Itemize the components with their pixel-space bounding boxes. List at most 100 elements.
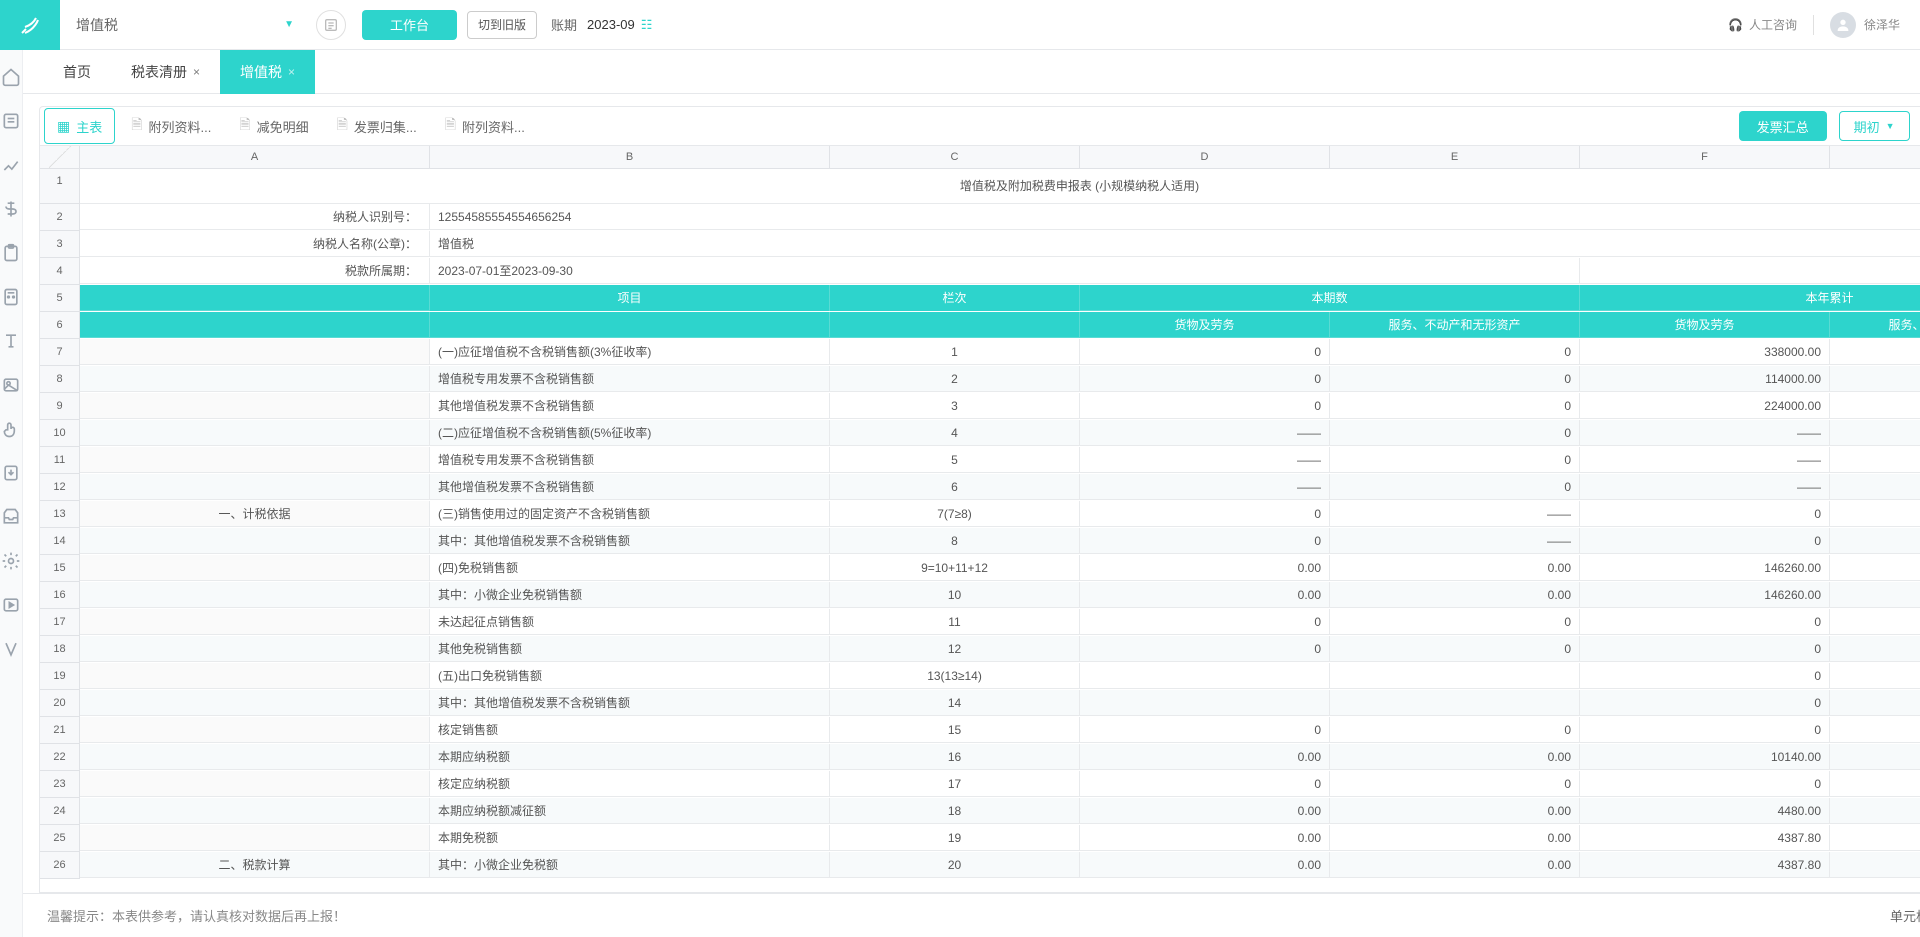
year-goods[interactable]: 4480.00 (1580, 798, 1830, 824)
col-index[interactable]: 10 (830, 582, 1080, 608)
year-goods[interactable]: 114000.00 (1580, 366, 1830, 392)
row-number[interactable]: 10 (40, 420, 80, 447)
current-service[interactable]: 0 (1330, 636, 1580, 662)
item-name[interactable]: 增值税专用发票不含税销售额 (430, 366, 830, 392)
item-name[interactable]: 本期应纳税额 (430, 744, 830, 770)
th-blank[interactable] (830, 312, 1080, 338)
corner-cell[interactable] (40, 146, 80, 169)
section-label[interactable] (80, 744, 430, 770)
workbench-button[interactable]: 工作台 (362, 10, 457, 40)
nav-voucher-icon[interactable] (0, 110, 22, 132)
user-menu[interactable]: 徐泽华 (1830, 12, 1900, 38)
current-service[interactable]: 0.00 (1330, 582, 1580, 608)
current-service[interactable]: 0.00 (1330, 744, 1580, 770)
sub-tab[interactable]: 🗎减免明细 (227, 108, 320, 144)
current-goods[interactable]: 0 (1080, 771, 1330, 797)
section-label[interactable] (80, 447, 430, 473)
col-header[interactable]: D (1080, 146, 1330, 169)
sub-tab[interactable]: 🗎附列资料... (433, 108, 537, 144)
th-goods[interactable]: 货物及劳务 (1580, 312, 1830, 338)
current-goods[interactable]: 0 (1080, 501, 1330, 527)
row-number[interactable]: 20 (40, 690, 80, 717)
current-goods[interactable]: 0 (1080, 717, 1330, 743)
col-index[interactable]: 9=10+11+12 (830, 555, 1080, 581)
item-name[interactable]: 其他免税销售额 (430, 636, 830, 662)
th-goods[interactable]: 货物及劳务 (1080, 312, 1330, 338)
year-service[interactable]: 0.00 (1830, 420, 1920, 446)
current-service[interactable]: 0 (1330, 393, 1580, 419)
nav-hand-icon[interactable] (0, 418, 22, 440)
sheet-title[interactable]: 增值税及附加税费申报表 (小规模纳税人适用) (80, 168, 1920, 204)
current-service[interactable]: 0 (1330, 447, 1580, 473)
year-service[interactable]: 0 (1830, 366, 1920, 392)
section-label[interactable] (80, 771, 430, 797)
current-service[interactable]: —— (1330, 528, 1580, 554)
item-name[interactable]: 其中：小微企业免税额 (430, 852, 830, 878)
page-tab[interactable]: 增值税× (220, 50, 315, 94)
current-service[interactable] (1330, 690, 1580, 716)
tax-period-value[interactable]: 2023-07-01至2023-09-30 (430, 258, 1580, 284)
col-index[interactable]: 18 (830, 798, 1080, 824)
th-blank[interactable] (80, 312, 430, 338)
current-service[interactable]: 0 (1330, 717, 1580, 743)
app-logo[interactable] (0, 0, 60, 50)
th-service[interactable]: 服务、不动产和无形资产 (1330, 312, 1580, 338)
item-name[interactable]: 其他增值税发票不含税销售额 (430, 474, 830, 500)
nav-image-icon[interactable] (0, 374, 22, 396)
current-goods[interactable]: 0.00 (1080, 798, 1330, 824)
col-header[interactable]: F (1580, 146, 1830, 169)
row-number[interactable]: 17 (40, 609, 80, 636)
current-goods[interactable]: 0.00 (1080, 744, 1330, 770)
year-goods[interactable]: 0 (1580, 501, 1830, 527)
col-header[interactable]: E (1330, 146, 1580, 169)
col-header[interactable]: B (430, 146, 830, 169)
current-service[interactable]: 0 (1330, 771, 1580, 797)
current-service[interactable] (1330, 663, 1580, 689)
item-name[interactable]: 其中：其他增值税发票不含税销售额 (430, 528, 830, 554)
th-blank[interactable] (80, 285, 430, 311)
item-name[interactable]: 其中：小微企业免税销售额 (430, 582, 830, 608)
row-number[interactable]: 14 (40, 528, 80, 555)
year-goods[interactable]: 146260.00 (1580, 582, 1830, 608)
section-label[interactable] (80, 663, 430, 689)
col-header[interactable]: C (830, 146, 1080, 169)
section-label[interactable] (80, 528, 430, 554)
nav-text-icon[interactable] (0, 330, 22, 352)
section-label[interactable] (80, 474, 430, 500)
item-name[interactable]: 本期免税额 (430, 825, 830, 851)
row-number[interactable]: 23 (40, 771, 80, 798)
year-service[interactable]: 0 (1830, 447, 1920, 473)
year-goods[interactable]: 0 (1580, 636, 1830, 662)
col-index[interactable]: 13(13≥14) (830, 663, 1080, 689)
section-label[interactable] (80, 825, 430, 851)
year-goods[interactable]: 224000.00 (1580, 393, 1830, 419)
nav-home-icon[interactable] (0, 66, 22, 88)
year-service[interactable]: 0.00 (1830, 582, 1920, 608)
consult-link[interactable]: 🎧 人工咨询 (1728, 16, 1797, 33)
current-goods[interactable] (1080, 663, 1330, 689)
year-goods[interactable]: 10140.00 (1580, 744, 1830, 770)
th-item[interactable]: 项目 (430, 285, 830, 311)
year-service[interactable]: 0.00 (1830, 339, 1920, 365)
section-label[interactable] (80, 717, 430, 743)
section-label[interactable] (80, 339, 430, 365)
col-index[interactable]: 17 (830, 771, 1080, 797)
item-name[interactable]: 未达起征点销售额 (430, 609, 830, 635)
section-label[interactable]: 一、计税依据 (80, 501, 430, 527)
year-goods[interactable]: 0 (1580, 717, 1830, 743)
section-label[interactable] (80, 609, 430, 635)
row-number[interactable]: 12 (40, 474, 80, 501)
col-index[interactable]: 19 (830, 825, 1080, 851)
col-index[interactable]: 14 (830, 690, 1080, 716)
close-icon[interactable]: × (193, 65, 200, 79)
year-goods[interactable]: 146260.00 (1580, 555, 1830, 581)
taxpayer-name-value[interactable]: 增值税 (430, 231, 1920, 257)
current-goods[interactable]: 0 (1080, 339, 1330, 365)
year-service[interactable]: —— (1830, 501, 1920, 527)
current-goods[interactable] (1080, 690, 1330, 716)
row-number[interactable]: 13 (40, 501, 80, 528)
item-name[interactable]: 其他增值税发票不含税销售额 (430, 393, 830, 419)
year-goods[interactable]: 0 (1580, 690, 1830, 716)
current-goods[interactable]: 0 (1080, 528, 1330, 554)
year-goods[interactable]: 0 (1580, 528, 1830, 554)
